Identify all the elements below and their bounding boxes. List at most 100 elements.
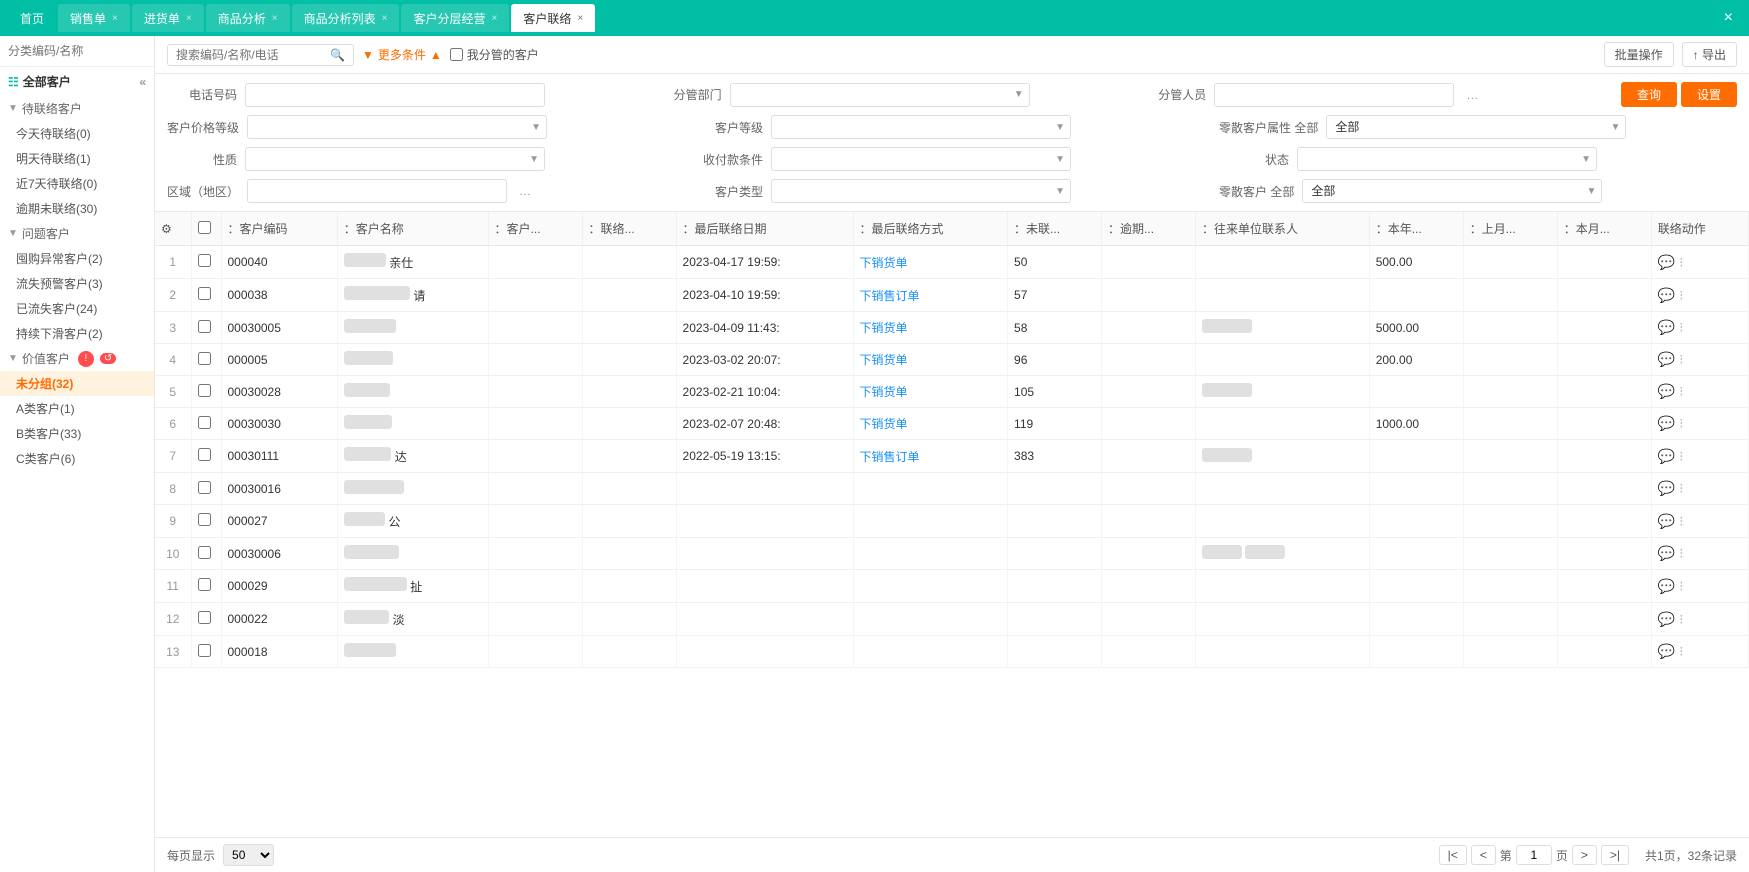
more-action-icon[interactable]: ⁝ [1679, 319, 1683, 336]
page-number-input[interactable] [1516, 845, 1552, 865]
nav-tab-analysis[interactable]: 商品分析 × [206, 4, 290, 32]
cell-checkbox[interactable] [191, 408, 221, 440]
more-action-icon[interactable]: ⁝ [1679, 415, 1683, 432]
row-checkbox[interactable] [198, 287, 211, 300]
nav-tab-purchase-close[interactable]: × [186, 13, 192, 24]
col-header-this-month[interactable]: ：本月... [1557, 212, 1651, 246]
row-checkbox[interactable] [198, 448, 211, 461]
nav-tab-customer-segment-close[interactable]: × [491, 13, 497, 24]
region-input[interactable] [247, 179, 507, 203]
scatter-customer-select[interactable]: 全部 [1302, 179, 1602, 203]
more-action-icon[interactable]: ⁝ [1679, 351, 1683, 368]
person-more-icon[interactable]: … [1462, 88, 1482, 102]
chat-icon[interactable]: 💬 [1658, 351, 1675, 368]
sidebar-group-problem[interactable]: ▼ 问题客户 [0, 221, 154, 246]
row-checkbox[interactable] [198, 384, 211, 397]
nav-tab-analysis-close[interactable]: × [272, 13, 278, 24]
col-header-checkbox[interactable] [191, 212, 221, 246]
sidebar-item-class-c[interactable]: C类客户(6) [0, 446, 154, 471]
row-checkbox[interactable] [198, 546, 211, 559]
col-header-no-contact[interactable]: ：未联... [1008, 212, 1102, 246]
nav-tab-customer-contact[interactable]: 客户联络 × [511, 4, 595, 32]
col-header-overdue[interactable]: ：逾期... [1102, 212, 1196, 246]
search-input[interactable] [176, 48, 326, 62]
nav-tab-customer-segment[interactable]: 客户分层经营 × [401, 4, 509, 32]
sidebar-item-class-b[interactable]: B类客户(33) [0, 421, 154, 446]
nature-select[interactable] [245, 147, 545, 171]
chat-icon[interactable]: 💬 [1658, 415, 1675, 432]
more-conditions-button[interactable]: ▼ 更多条件 ▲ [362, 46, 442, 63]
cell-checkbox[interactable] [191, 603, 221, 636]
chat-icon[interactable]: 💬 [1658, 611, 1675, 628]
more-action-icon[interactable]: ⁝ [1679, 254, 1683, 271]
dept-select[interactable] [730, 83, 1030, 107]
chat-icon[interactable]: 💬 [1658, 578, 1675, 595]
row-checkbox[interactable] [198, 644, 211, 657]
chat-icon[interactable]: 💬 [1658, 545, 1675, 562]
sidebar-item-overdue-pending[interactable]: 逾期未联络(30) [0, 196, 154, 221]
select-all-checkbox[interactable] [198, 221, 211, 234]
page-last-button[interactable]: >| [1601, 845, 1629, 865]
chat-icon[interactable]: 💬 [1658, 383, 1675, 400]
phone-input[interactable] [245, 83, 545, 107]
col-header-contact[interactable]: ：联络... [582, 212, 676, 246]
col-header-code[interactable]: ：客户编码 [221, 212, 337, 246]
sidebar-item-class-a[interactable]: A类客户(1) [0, 396, 154, 421]
last-way-link[interactable]: 下销货单 [860, 385, 908, 399]
sidebar-item-ungroup[interactable]: 未分组(32) [0, 371, 154, 396]
col-header-company-contact[interactable]: ：往来单位联系人 [1196, 212, 1370, 246]
my-customers-check[interactable] [450, 48, 463, 61]
sidebar-item-tomorrow-pending[interactable]: 明天待联络(1) [0, 146, 154, 171]
sidebar-item-abnormal[interactable]: 囤购异常客户(2) [0, 246, 154, 271]
page-next-button[interactable]: > [1572, 845, 1597, 865]
nav-tab-analysis-list-close[interactable]: × [382, 13, 388, 24]
last-way-link[interactable]: 下销货单 [860, 256, 908, 270]
last-way-link[interactable]: 下销售订单 [860, 450, 920, 464]
row-checkbox[interactable] [198, 611, 211, 624]
row-checkbox[interactable] [198, 578, 211, 591]
row-checkbox[interactable] [198, 513, 211, 526]
more-action-icon[interactable]: ⁝ [1679, 480, 1683, 497]
cell-checkbox[interactable] [191, 570, 221, 603]
col-header-name[interactable]: ：客户名称 [337, 212, 488, 246]
more-action-icon[interactable]: ⁝ [1679, 383, 1683, 400]
price-level-select[interactable] [247, 115, 547, 139]
cell-checkbox[interactable] [191, 440, 221, 473]
cell-checkbox[interactable] [191, 473, 221, 505]
chat-icon[interactable]: 💬 [1658, 643, 1675, 660]
page-first-button[interactable]: |< [1439, 845, 1467, 865]
export-button[interactable]: ↑ 导出 [1682, 42, 1737, 67]
col-header-last-way[interactable]: ：最后联络方式 [853, 212, 1008, 246]
sidebar-item-today-pending[interactable]: 今天待联络(0) [0, 121, 154, 146]
nav-tab-sales[interactable]: 销售单 × [58, 4, 130, 32]
col-header-last-date[interactable]: ：最后联络日期 [676, 212, 853, 246]
more-action-icon[interactable]: ⁝ [1679, 643, 1683, 660]
chat-icon[interactable]: 💬 [1658, 287, 1675, 304]
row-checkbox[interactable] [198, 352, 211, 365]
cell-checkbox[interactable] [191, 636, 221, 668]
nav-home-tab[interactable]: 首页 [8, 4, 56, 32]
settings-icon[interactable]: ⚙ [161, 222, 172, 236]
per-page-select[interactable]: 50 100 [223, 844, 274, 866]
chat-icon[interactable]: 💬 [1658, 319, 1675, 336]
scatter-attr-select[interactable]: 全部 [1326, 115, 1626, 139]
nav-tab-customer-contact-close[interactable]: × [577, 13, 583, 24]
customer-level-select[interactable] [771, 115, 1071, 139]
page-prev-button[interactable]: < [1471, 845, 1496, 865]
more-action-icon[interactable]: ⁝ [1679, 578, 1683, 595]
cell-checkbox[interactable] [191, 376, 221, 408]
nav-tab-sales-close[interactable]: × [112, 13, 118, 24]
last-way-link[interactable]: 下销货单 [860, 353, 908, 367]
col-header-last-month[interactable]: ：上月... [1463, 212, 1557, 246]
customer-type-select[interactable] [771, 179, 1071, 203]
nav-tab-analysis-list[interactable]: 商品分析列表 × [292, 4, 400, 32]
cell-checkbox[interactable] [191, 312, 221, 344]
sidebar-item-week-pending[interactable]: 近7天待联络(0) [0, 171, 154, 196]
cell-checkbox[interactable] [191, 246, 221, 279]
status-select[interactable] [1297, 147, 1597, 171]
row-checkbox[interactable] [198, 416, 211, 429]
all-customers-header[interactable]: ☷ 全部客户 « [0, 67, 154, 96]
region-more-icon[interactable]: … [515, 184, 535, 198]
query-button[interactable]: 查询 [1621, 82, 1677, 107]
cell-checkbox[interactable] [191, 538, 221, 570]
